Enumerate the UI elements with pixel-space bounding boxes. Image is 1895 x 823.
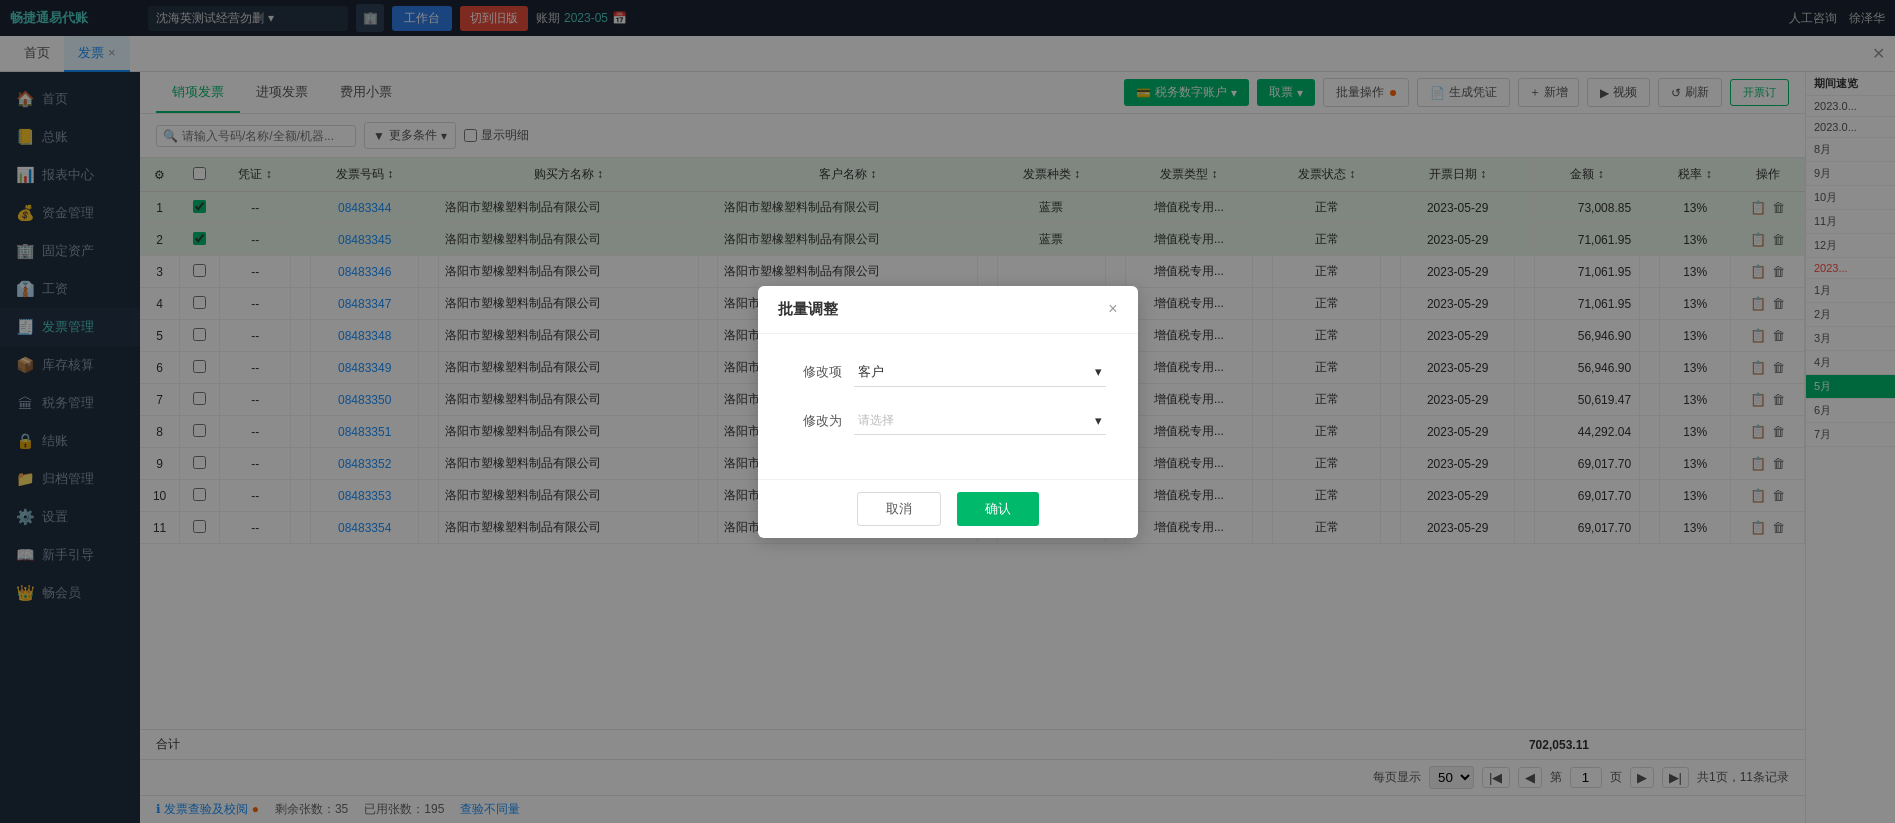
modal-footer: 取消 确认 <box>758 479 1138 538</box>
modify-to-chevron-icon: ▾ <box>1095 413 1102 428</box>
modify-field-label: 修改项 <box>790 363 842 381</box>
modal-close-icon[interactable]: × <box>1108 300 1117 318</box>
modal-header: 批量调整 × <box>758 286 1138 334</box>
modify-field-row: 修改项 客户 ▾ <box>790 358 1106 387</box>
batch-adjust-modal: 批量调整 × 修改项 客户 ▾ 修改为 请选择 ▾ 取消 确认 <box>758 286 1138 538</box>
modal-overlay: 批量调整 × 修改项 客户 ▾ 修改为 请选择 ▾ 取消 确认 <box>0 0 1895 823</box>
modify-field-select[interactable]: 客户 ▾ <box>854 358 1106 387</box>
modal-body: 修改项 客户 ▾ 修改为 请选择 ▾ <box>758 334 1138 479</box>
modify-to-label: 修改为 <box>790 412 842 430</box>
modify-to-row: 修改为 请选择 ▾ <box>790 407 1106 435</box>
modal-cancel-btn[interactable]: 取消 <box>857 492 941 526</box>
modify-to-select[interactable]: 请选择 ▾ <box>854 407 1106 435</box>
modal-title: 批量调整 <box>778 300 838 319</box>
modal-confirm-btn[interactable]: 确认 <box>957 492 1039 526</box>
modify-field-chevron-icon: ▾ <box>1095 364 1102 379</box>
